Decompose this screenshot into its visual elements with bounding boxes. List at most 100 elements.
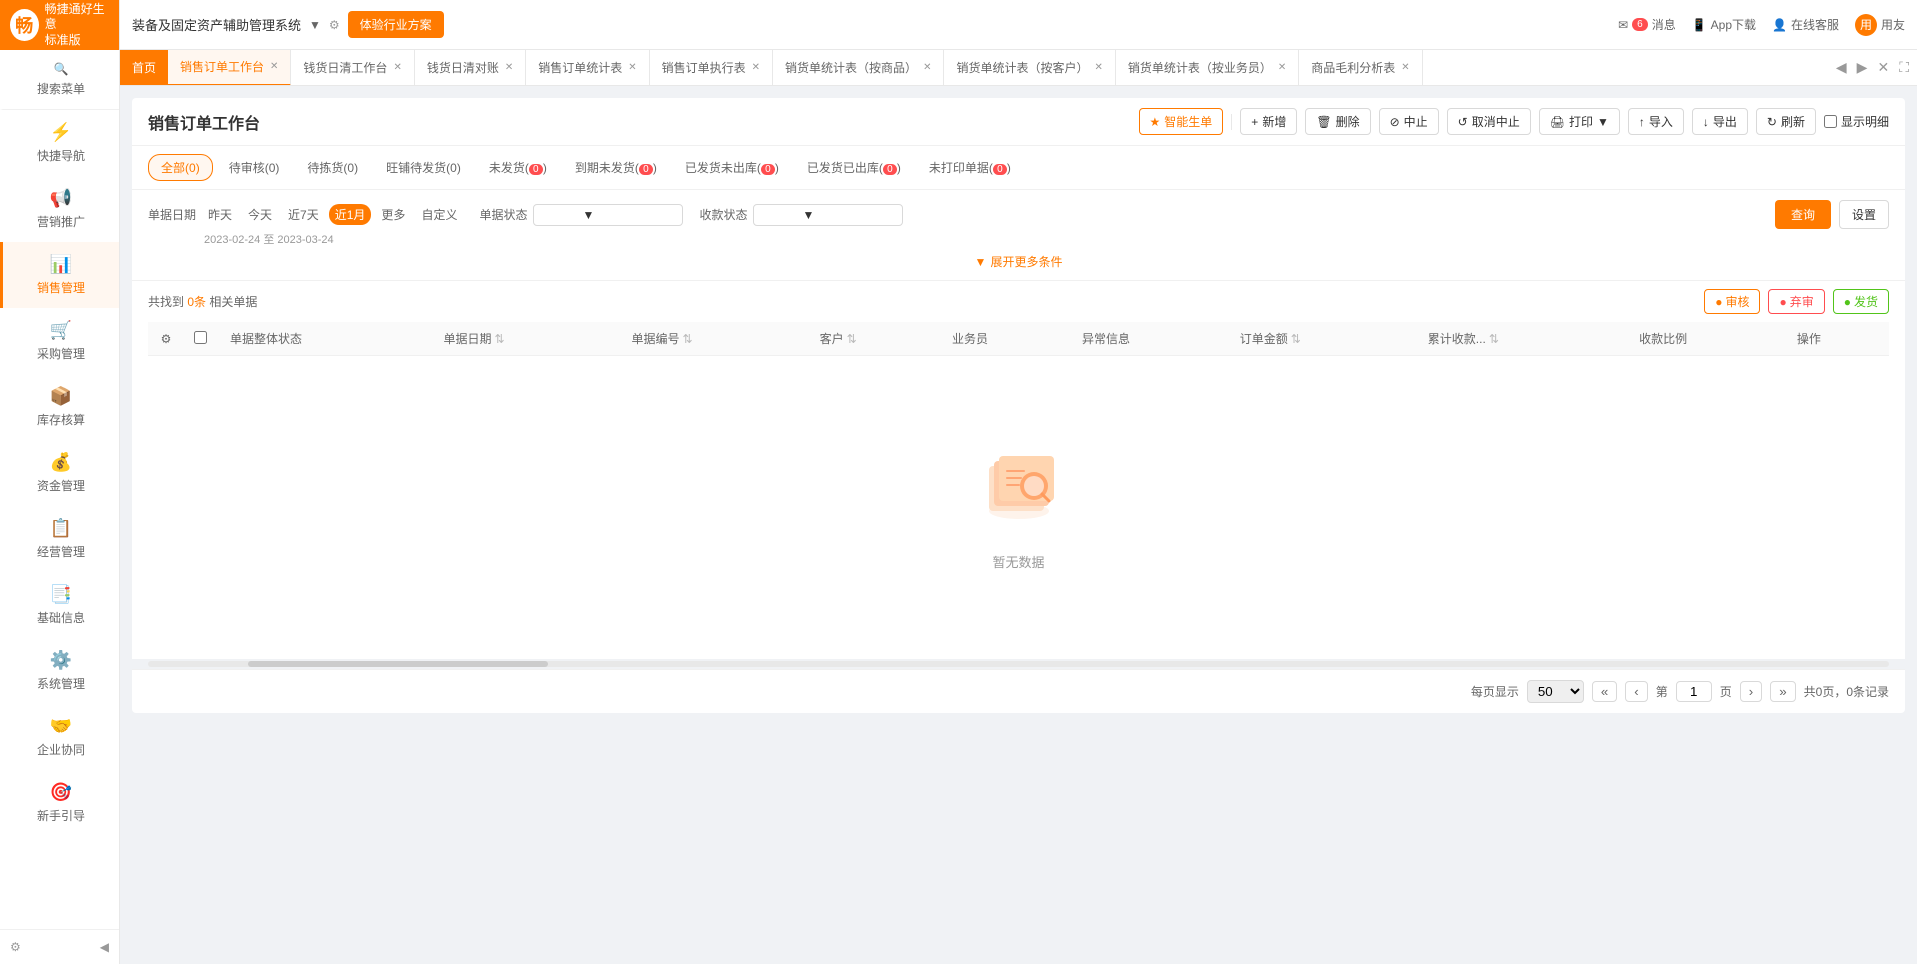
tab-cash-reconcile[interactable]: 钱货日清对账 ✕ bbox=[415, 50, 526, 86]
settings-gear-icon[interactable]: ⚙ bbox=[329, 18, 340, 32]
sub-tab-not-printed[interactable]: 未打印单据(0) bbox=[917, 155, 1023, 180]
collapse-icon[interactable]: ◀ bbox=[100, 940, 109, 954]
col-checkbox[interactable] bbox=[184, 322, 220, 356]
sub-tab-not-shipped[interactable]: 未发货(0) bbox=[477, 155, 559, 180]
guide-icon: 🎯 bbox=[50, 782, 72, 803]
sub-tab-shipped-out[interactable]: 已发货已出库(0) bbox=[795, 155, 913, 180]
date-btn-1month[interactable]: 近1月 bbox=[329, 204, 372, 225]
sub-tab-pending-review[interactable]: 待审核(0) bbox=[217, 155, 292, 180]
sub-tab-all[interactable]: 全部(0) bbox=[148, 154, 213, 181]
date-btn-7days[interactable]: 近7天 bbox=[282, 204, 325, 225]
sidebar-item-quick-nav[interactable]: ⚡ 快捷导航 bbox=[0, 110, 119, 176]
next-page-btn[interactable]: › bbox=[1740, 681, 1762, 702]
date-btn-custom[interactable]: 自定义 bbox=[415, 204, 463, 225]
tab-close-sales-stats[interactable]: ✕ bbox=[628, 62, 636, 73]
sidebar-item-cooperation[interactable]: 🤝 企业协同 bbox=[0, 704, 119, 770]
app-download-btn[interactable]: 📱 App下载 bbox=[1692, 16, 1756, 33]
stop-button[interactable]: ⊘ 中止 bbox=[1379, 108, 1439, 135]
sidebar-item-operation[interactable]: 📋 经营管理 bbox=[0, 506, 119, 572]
prev-page-btn[interactable]: ‹ bbox=[1625, 681, 1647, 702]
query-button[interactable]: 查询 bbox=[1775, 200, 1831, 229]
sub-tab-shipped-not-out[interactable]: 已发货未出库(0) bbox=[673, 155, 791, 180]
refresh-button[interactable]: ↻ 刷新 bbox=[1756, 108, 1816, 135]
setting-button[interactable]: 设置 bbox=[1839, 200, 1889, 229]
sidebar-item-finance[interactable]: 💰 资金管理 bbox=[0, 440, 119, 506]
reject-button[interactable]: ● 弃审 bbox=[1768, 289, 1824, 314]
tab-close-summary-staff[interactable]: ✕ bbox=[1278, 62, 1286, 73]
date-btn-yesterday[interactable]: 昨天 bbox=[202, 204, 238, 225]
import-button[interactable]: ↑ 导入 bbox=[1628, 108, 1684, 135]
tab-close-sales-exec[interactable]: ✕ bbox=[752, 62, 760, 73]
sidebar-item-basic-info[interactable]: 📑 基础信息 bbox=[0, 572, 119, 638]
tab-sales-summary-staff[interactable]: 销货单统计表（按业务员） ✕ bbox=[1116, 50, 1299, 86]
sidebar-item-marketing[interactable]: 📢 营销推广 bbox=[0, 176, 119, 242]
tab-sales-exec[interactable]: 销售订单执行表 ✕ bbox=[650, 50, 773, 86]
col-amount[interactable]: 订单金额⇅ bbox=[1230, 322, 1418, 356]
last-page-btn[interactable]: » bbox=[1770, 681, 1795, 702]
system-dropdown[interactable]: ▼ bbox=[309, 18, 321, 32]
smart-create-button[interactable]: ★ 智能生单 bbox=[1139, 108, 1224, 135]
first-page-btn[interactable]: « bbox=[1592, 681, 1617, 702]
sort-customer-icon: ⇅ bbox=[847, 332, 857, 346]
date-btn-more[interactable]: 更多 bbox=[375, 204, 411, 225]
ship-button[interactable]: ● 发货 bbox=[1833, 289, 1889, 314]
col-number[interactable]: 单据编号⇅ bbox=[622, 322, 810, 356]
sidebar-item-purchase[interactable]: 🛒 采购管理 bbox=[0, 308, 119, 374]
sidebar-item-inventory[interactable]: 📦 库存核算 bbox=[0, 374, 119, 440]
user-menu[interactable]: 用 用友 bbox=[1855, 14, 1905, 36]
col-collected[interactable]: 累计收款...⇅ bbox=[1418, 322, 1629, 356]
sub-tab-pending-pick[interactable]: 待拣货(0) bbox=[295, 155, 370, 180]
tab-cash-daily[interactable]: 钱货日清工作台 ✕ bbox=[291, 50, 414, 86]
sub-tab-wangpu[interactable]: 旺铺待发货(0) bbox=[374, 155, 473, 180]
tab-close-goods-profit[interactable]: ✕ bbox=[1401, 62, 1409, 73]
sidebar-item-sales[interactable]: 📊 销售管理 bbox=[0, 242, 119, 308]
tab-goods-profit[interactable]: 商品毛利分析表 ✕ bbox=[1299, 50, 1422, 86]
expand-filter-btn[interactable]: ▼ 展开更多条件 bbox=[148, 253, 1889, 270]
tab-close-sales-workbench[interactable]: ✕ bbox=[270, 61, 278, 72]
tab-home[interactable]: 首页 bbox=[120, 50, 168, 86]
print-dropdown-icon: ▼ bbox=[1597, 115, 1609, 129]
tab-close-summary-customer[interactable]: ✕ bbox=[1094, 62, 1102, 73]
payment-select[interactable]: ▼ bbox=[753, 204, 903, 226]
horizontal-scrollbar[interactable] bbox=[132, 659, 1905, 669]
message-btn[interactable]: ✉ 6 消息 bbox=[1618, 16, 1676, 33]
page-number-input[interactable] bbox=[1676, 681, 1712, 702]
show-detail-label[interactable]: 显示明细 bbox=[1824, 113, 1889, 130]
select-all-checkbox[interactable] bbox=[194, 331, 207, 344]
empty-state: 暂无数据 bbox=[148, 356, 1889, 651]
tab-fullscreen-btn[interactable]: ⛶ bbox=[1895, 57, 1913, 78]
tab-next-btn[interactable]: ▶ bbox=[1853, 57, 1872, 78]
col-customer[interactable]: 客户⇅ bbox=[810, 322, 942, 356]
tab-close-cash-daily[interactable]: ✕ bbox=[393, 62, 401, 73]
tab-prev-btn[interactable]: ◀ bbox=[1832, 57, 1851, 78]
col-settings[interactable]: ⚙ bbox=[148, 322, 184, 356]
date-btn-today[interactable]: 今天 bbox=[242, 204, 278, 225]
settings-icon[interactable]: ⚙ bbox=[10, 940, 21, 954]
sidebar-search[interactable]: 🔍 搜索菜单 bbox=[0, 50, 119, 110]
cancel-stop-button[interactable]: ↺ 取消中止 bbox=[1447, 108, 1531, 135]
tab-sales-summary-customer[interactable]: 销货单统计表（按客户） ✕ bbox=[944, 50, 1115, 86]
review-button[interactable]: ● 审核 bbox=[1704, 289, 1760, 314]
tab-close-all-btn[interactable]: ✕ bbox=[1873, 57, 1893, 78]
sidebar-item-guide[interactable]: 🎯 新手引导 bbox=[0, 770, 119, 836]
sidebar-item-system[interactable]: ⚙️ 系统管理 bbox=[0, 638, 119, 704]
add-button[interactable]: + 新增 bbox=[1240, 108, 1297, 135]
export-button[interactable]: ↓ 导出 bbox=[1692, 108, 1748, 135]
col-date[interactable]: 单据日期⇅ bbox=[433, 322, 621, 356]
print-button[interactable]: 🖨 打印 ▼ bbox=[1539, 108, 1620, 135]
tab-sales-stats[interactable]: 销售订单统计表 ✕ bbox=[526, 50, 649, 86]
tab-sales-workbench[interactable]: 销售订单工作台 ✕ bbox=[168, 50, 291, 86]
content-card: 销售订单工作台 ★ 智能生单 + 新增 🗑 删除 bbox=[132, 98, 1905, 713]
sub-tab-overdue[interactable]: 到期未发货(0) bbox=[563, 155, 669, 180]
online-service-btn[interactable]: 👤 在线客服 bbox=[1772, 16, 1839, 33]
page-size-select[interactable]: 50 100 200 bbox=[1527, 680, 1584, 703]
status-select[interactable]: ▼ bbox=[533, 204, 683, 226]
tab-close-cash-reconcile[interactable]: ✕ bbox=[505, 62, 513, 73]
show-detail-checkbox[interactable] bbox=[1824, 115, 1837, 128]
delete-button[interactable]: 🗑 删除 bbox=[1305, 108, 1370, 135]
solution-button[interactable]: 体验行业方案 bbox=[348, 11, 444, 38]
tab-sales-summary-product[interactable]: 销货单统计表（按商品） ✕ bbox=[773, 50, 944, 86]
total-text: 共0页，0条记录 bbox=[1804, 683, 1889, 700]
scrollbar-thumb[interactable] bbox=[248, 661, 548, 667]
tab-close-summary-product[interactable]: ✕ bbox=[923, 62, 931, 73]
